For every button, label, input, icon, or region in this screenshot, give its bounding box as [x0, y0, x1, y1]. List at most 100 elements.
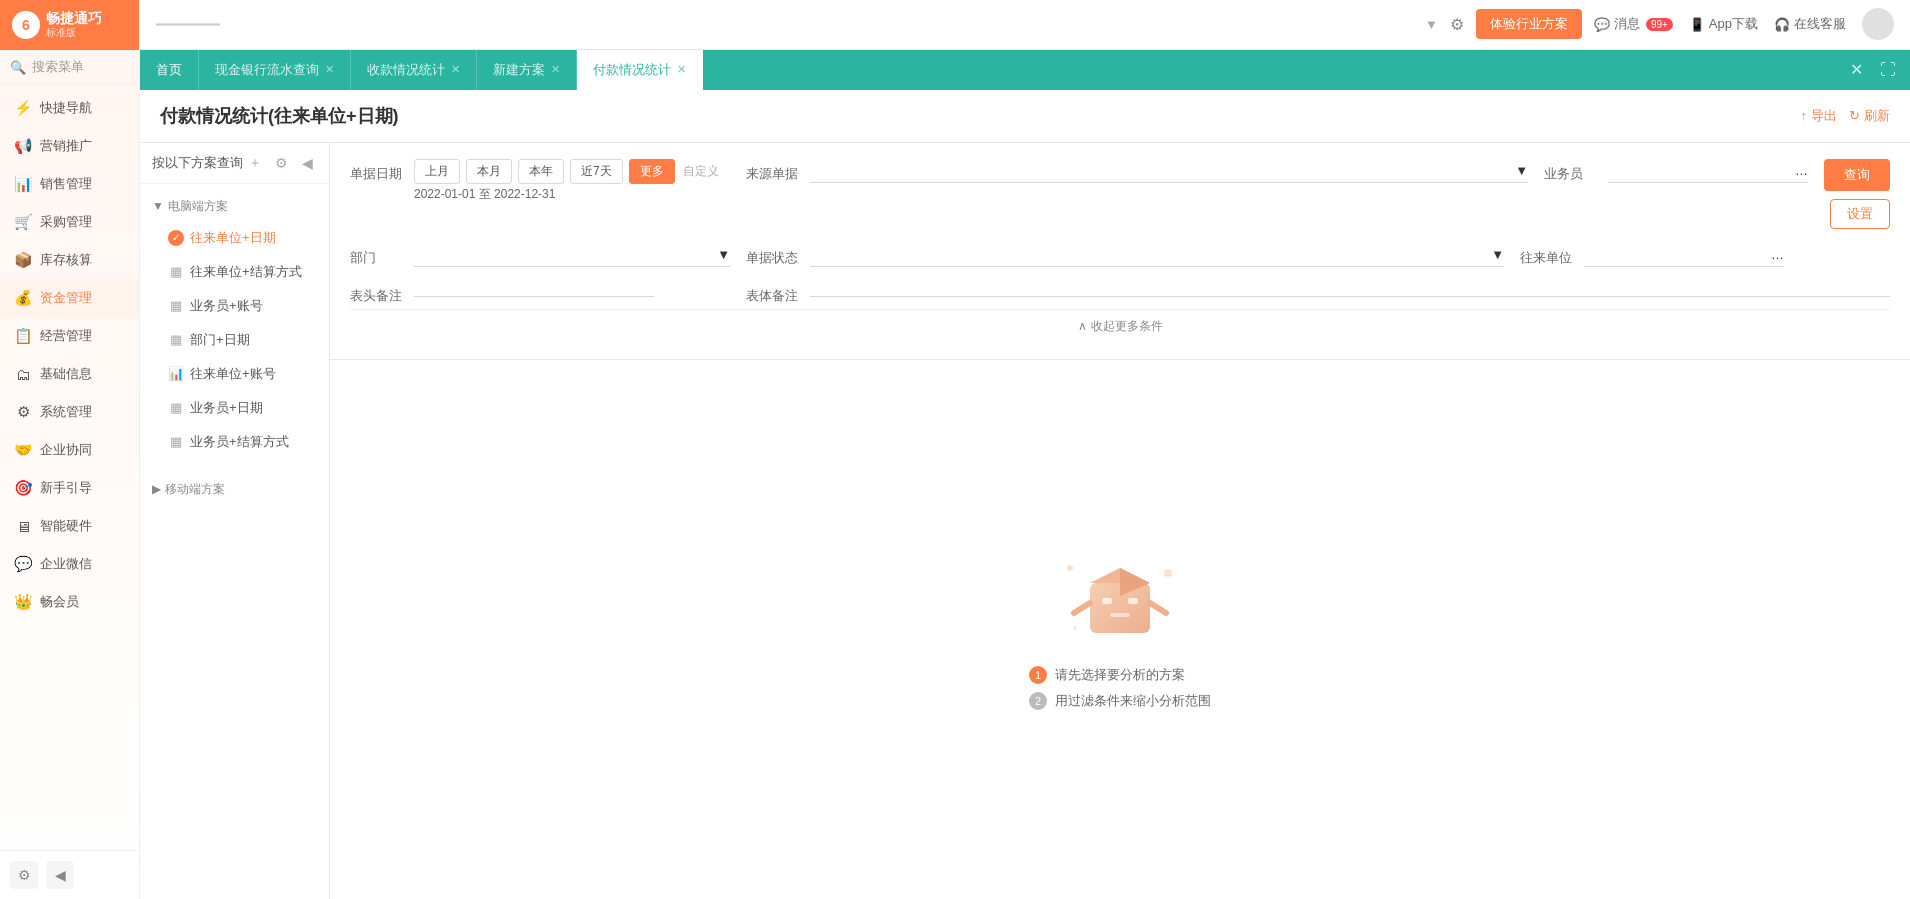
date-btn-more[interactable]: 更多: [629, 159, 675, 184]
export-btn[interactable]: ↑ 导出: [1801, 107, 1838, 125]
schema-item-partner-account[interactable]: 📊往来单位+账号: [140, 357, 329, 391]
message-btn[interactable]: 💬 消息 99+: [1594, 15, 1673, 33]
sidebar-label-sales: 销售管理: [40, 175, 92, 193]
sidebar-icon-guide: 🎯: [14, 479, 32, 497]
schema-item-staff-date[interactable]: ▦业务员+日期: [140, 391, 329, 425]
sidebar-search[interactable]: 🔍 搜索菜单: [0, 50, 139, 85]
right-panel: 单据日期 上月 本月 本年 近7天 更多 自定义 2022-01-01 至 20…: [330, 143, 1910, 899]
partner-select[interactable]: …: [1584, 243, 1784, 267]
schema-item-dept-date[interactable]: ▦部门+日期: [140, 323, 329, 357]
sidebar-item-member[interactable]: 👑 畅会员: [0, 583, 139, 621]
schema-icon-staff-account: ▦: [168, 298, 184, 314]
empty-state: 1 请先选择要分析的方案 2 用过滤条件来缩小分析范围: [330, 360, 1910, 899]
sidebar-label-wechat: 企业微信: [40, 555, 92, 573]
main-layout: 按以下方案查询 ＋ ⚙ ◀ ▼ 电脑端方案 ✓往来单位+日期▦往来单位+结算方式…: [140, 143, 1910, 899]
svg-point-8: [1067, 565, 1073, 571]
schema-item-partner-settlement[interactable]: ▦往来单位+结算方式: [140, 255, 329, 289]
dropdown-arrow[interactable]: ▼: [1425, 17, 1438, 32]
empty-illustration: [1060, 548, 1180, 648]
main-area: ━━━━━━━━ ▼ ⚙ 体验行业方案 💬 消息 99+ 📱 App下载 🎧 在…: [140, 0, 1910, 899]
sidebar-icon-inventory: 📦: [14, 251, 32, 269]
sidebar-item-operation[interactable]: 📋 经营管理: [0, 317, 139, 355]
app-download-btn[interactable]: 📱 App下载: [1689, 15, 1758, 33]
sidebar-label-enterprise: 企业协同: [40, 441, 92, 459]
tabs-close-all-btn[interactable]: ✕: [1844, 58, 1868, 82]
sidebar-item-system[interactable]: ⚙ 系统管理: [0, 393, 139, 431]
page-title: 付款情况统计(往来单位+日期): [160, 104, 399, 128]
mobile-section-toggle[interactable]: ▶ 移动端方案: [140, 475, 329, 504]
sidebar-logo: 6 畅捷通巧 标准版: [0, 0, 139, 50]
tab-receipts-stats[interactable]: 收款情况统计✕: [351, 50, 477, 90]
refresh-btn[interactable]: ↻ 刷新: [1849, 107, 1890, 125]
tab-close-payment-stats[interactable]: ✕: [677, 63, 686, 76]
query-btn[interactable]: 查询: [1824, 159, 1890, 191]
schema-item-staff-settlement[interactable]: ▦业务员+结算方式: [140, 425, 329, 459]
sidebar-label-capital: 资金管理: [40, 289, 92, 307]
sidebar-item-basic[interactable]: 🗂 基础信息: [0, 355, 139, 393]
tab-new-schema[interactable]: 新建方案✕: [477, 50, 577, 90]
sidebar-footer-settings[interactable]: ⚙: [10, 861, 38, 889]
sidebar-item-quick-nav[interactable]: ⚡ 快捷导航: [0, 89, 139, 127]
empty-hint-2: 2 用过滤条件来缩小分析范围: [1029, 692, 1211, 710]
schema-label-partner-settlement: 往来单位+结算方式: [190, 263, 302, 281]
sidebar-icon-enterprise: 🤝: [14, 441, 32, 459]
chevron-right-icon: ▶: [152, 482, 161, 496]
sidebar-item-hardware[interactable]: 🖥 智能硬件: [0, 507, 139, 545]
schema-item-staff-account[interactable]: ▦业务员+账号: [140, 289, 329, 323]
source-label: 来源单据: [746, 159, 802, 183]
app-edition: 标准版: [46, 26, 102, 40]
tab-home[interactable]: 首页: [140, 50, 199, 90]
sidebar-label-purchase: 采购管理: [40, 213, 92, 231]
tabs-bar: 首页现金银行流水查询✕收款情况统计✕新建方案✕付款情况统计✕ ✕ ⛶: [140, 50, 1910, 90]
refresh-icon: ↻: [1849, 108, 1860, 123]
staff-dropdown-icon: …: [1795, 163, 1808, 178]
sidebar-item-capital[interactable]: 💰 资金管理: [0, 279, 139, 317]
collapse-conditions-btn[interactable]: ∧ 收起更多条件: [350, 309, 1890, 343]
user-avatar[interactable]: [1862, 8, 1894, 40]
sidebar-label-member: 畅会员: [40, 593, 79, 611]
edit-schema-btn[interactable]: ⚙: [271, 153, 291, 173]
svg-point-9: [1164, 569, 1172, 577]
sidebar-item-enterprise[interactable]: 🤝 企业协同: [0, 431, 139, 469]
sidebar-label-system: 系统管理: [40, 403, 92, 421]
dept-select[interactable]: ▼: [414, 243, 730, 267]
tab-close-new-schema[interactable]: ✕: [551, 63, 560, 76]
date-options: 上月 本月 本年 近7天 更多 自定义: [414, 159, 721, 184]
tab-close-bank-flow[interactable]: ✕: [325, 63, 334, 76]
schema-item-partner-date[interactable]: ✓往来单位+日期: [140, 221, 329, 255]
date-btn-last-month[interactable]: 上月: [414, 159, 460, 184]
sidebar-footer-collapse[interactable]: ◀: [46, 861, 74, 889]
online-service-btn[interactable]: 🎧 在线客服: [1774, 15, 1846, 33]
date-range: 2022-01-01 至 2022-12-31: [414, 186, 721, 203]
dept-label: 部门: [350, 243, 406, 267]
desktop-section-toggle[interactable]: ▼ 电脑端方案: [140, 192, 329, 221]
sidebar-item-guide[interactable]: 🎯 新手引导: [0, 469, 139, 507]
body-note-input[interactable]: [810, 288, 1890, 297]
message-icon: 💬: [1594, 17, 1610, 32]
chevron-down-icon: ▼: [152, 199, 164, 213]
industry-btn[interactable]: 体验行业方案: [1476, 9, 1582, 39]
topbar-settings-icon[interactable]: ⚙: [1450, 15, 1464, 34]
sidebar-item-marketing[interactable]: 📢 营销推广: [0, 127, 139, 165]
doc-status-select[interactable]: ▼: [810, 243, 1504, 267]
svg-line-7: [1150, 603, 1166, 613]
sidebar-icon-capital: 💰: [14, 289, 32, 307]
tabs-maximize-btn[interactable]: ⛶: [1876, 58, 1900, 82]
source-select[interactable]: ▼: [810, 159, 1528, 183]
staff-select[interactable]: …: [1608, 159, 1808, 183]
sidebar-label-quick-nav: 快捷导航: [40, 99, 92, 117]
collapse-panel-btn[interactable]: ◀: [297, 153, 317, 173]
sidebar-item-inventory[interactable]: 📦 库存核算: [0, 241, 139, 279]
sidebar-item-wechat[interactable]: 💬 企业微信: [0, 545, 139, 583]
date-btn-this-year[interactable]: 本年: [518, 159, 564, 184]
add-schema-btn[interactable]: ＋: [245, 153, 265, 173]
tab-bank-flow[interactable]: 现金银行流水查询✕: [199, 50, 351, 90]
tab-close-receipts-stats[interactable]: ✕: [451, 63, 460, 76]
tab-payment-stats[interactable]: 付款情况统计✕: [577, 50, 703, 90]
sidebar-item-purchase[interactable]: 🛒 采购管理: [0, 203, 139, 241]
settings-btn[interactable]: 设置: [1830, 199, 1890, 229]
date-btn-this-month[interactable]: 本月: [466, 159, 512, 184]
date-btn-7days[interactable]: 近7天: [570, 159, 623, 184]
header-note-input[interactable]: [414, 288, 654, 297]
sidebar-item-sales[interactable]: 📊 销售管理: [0, 165, 139, 203]
